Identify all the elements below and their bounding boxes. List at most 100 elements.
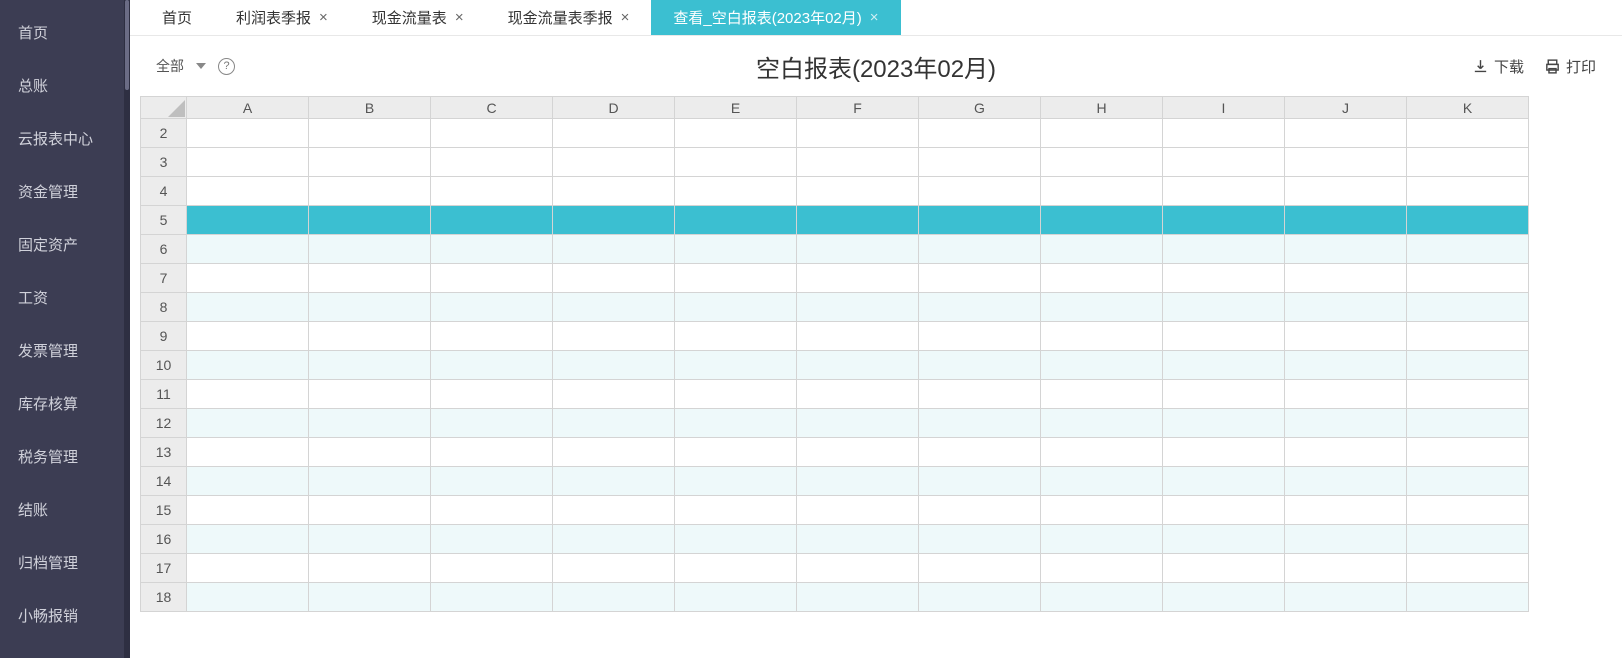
cell[interactable] [797,438,919,467]
row-header[interactable]: 2 [141,119,187,148]
cell[interactable] [1285,467,1407,496]
cell[interactable] [187,409,309,438]
cell[interactable] [675,119,797,148]
sidebar-item-expense[interactable]: 小畅报销 [0,589,130,642]
cell[interactable] [553,496,675,525]
cell[interactable] [1407,409,1529,438]
cell[interactable] [431,467,553,496]
cell[interactable] [675,293,797,322]
download-button[interactable]: 下载 [1472,56,1524,77]
column-header[interactable]: F [797,97,919,119]
cell[interactable] [797,264,919,293]
print-button[interactable]: 打印 [1544,56,1596,77]
cell[interactable] [1163,380,1285,409]
help-icon[interactable]: ? [218,58,235,75]
cell[interactable] [675,380,797,409]
cell[interactable] [187,496,309,525]
cell[interactable] [1285,583,1407,612]
cell[interactable] [797,496,919,525]
sidebar-scrollbar-track[interactable] [124,0,130,658]
sidebar-item-closing[interactable]: 结账 [0,483,130,536]
cell[interactable] [1285,293,1407,322]
cell[interactable] [919,583,1041,612]
cell[interactable] [1041,148,1163,177]
cell[interactable] [1163,467,1285,496]
cell[interactable] [919,554,1041,583]
column-header[interactable]: C [431,97,553,119]
sidebar-item-salary[interactable]: 工资 [0,271,130,324]
cell[interactable] [431,235,553,264]
cell[interactable] [1041,438,1163,467]
cell[interactable] [309,583,431,612]
cell[interactable] [1407,322,1529,351]
cell[interactable] [187,380,309,409]
row-header[interactable]: 4 [141,177,187,206]
cell[interactable] [675,264,797,293]
cell[interactable] [1407,148,1529,177]
cell[interactable] [797,293,919,322]
cell[interactable] [553,206,675,235]
sheet-corner[interactable] [141,97,187,119]
cell[interactable] [1163,264,1285,293]
cell[interactable] [1407,235,1529,264]
cell[interactable] [187,264,309,293]
cell[interactable] [1163,322,1285,351]
cell[interactable] [431,264,553,293]
cell[interactable] [797,380,919,409]
cell[interactable] [1041,554,1163,583]
cell[interactable] [309,409,431,438]
cell[interactable] [1041,235,1163,264]
row-header[interactable]: 16 [141,525,187,554]
cell[interactable] [675,467,797,496]
row-header[interactable]: 8 [141,293,187,322]
cell[interactable] [431,583,553,612]
sidebar-item-tax[interactable]: 税务管理 [0,430,130,483]
cell[interactable] [187,554,309,583]
cell[interactable] [1407,380,1529,409]
cell[interactable] [919,322,1041,351]
cell[interactable] [675,438,797,467]
cell[interactable] [1285,177,1407,206]
cell[interactable] [675,235,797,264]
cell[interactable] [309,467,431,496]
cell[interactable] [431,148,553,177]
column-header[interactable]: J [1285,97,1407,119]
cell[interactable] [1163,177,1285,206]
close-icon[interactable]: × [455,9,464,26]
column-header[interactable]: D [553,97,675,119]
tab-view-blank-report[interactable]: 查看_空白报表(2023年02月) × [651,0,900,35]
tab-cashflow[interactable]: 现金流量表 × [350,0,486,35]
cell[interactable] [1285,206,1407,235]
cell[interactable] [1407,438,1529,467]
cell[interactable] [1041,467,1163,496]
cell[interactable] [1163,119,1285,148]
cell[interactable] [187,351,309,380]
cell[interactable] [1163,554,1285,583]
cell[interactable] [675,496,797,525]
cell[interactable] [1163,293,1285,322]
cell[interactable] [187,235,309,264]
cell[interactable] [553,177,675,206]
column-header[interactable]: E [675,97,797,119]
cell[interactable] [1163,148,1285,177]
cell[interactable] [1041,293,1163,322]
cell[interactable] [431,293,553,322]
cell[interactable] [309,264,431,293]
cell[interactable] [1407,554,1529,583]
cell[interactable] [553,438,675,467]
cell[interactable] [919,119,1041,148]
cell[interactable] [1041,264,1163,293]
cell[interactable] [553,119,675,148]
cell[interactable] [1163,525,1285,554]
row-header[interactable]: 6 [141,235,187,264]
row-header[interactable]: 15 [141,496,187,525]
column-header[interactable]: I [1163,97,1285,119]
row-header[interactable]: 12 [141,409,187,438]
sidebar-item-funds[interactable]: 资金管理 [0,165,130,218]
cell[interactable] [309,322,431,351]
cell[interactable] [919,235,1041,264]
cell[interactable] [1285,322,1407,351]
cell[interactable] [1407,264,1529,293]
cell[interactable] [309,554,431,583]
cell[interactable] [919,177,1041,206]
